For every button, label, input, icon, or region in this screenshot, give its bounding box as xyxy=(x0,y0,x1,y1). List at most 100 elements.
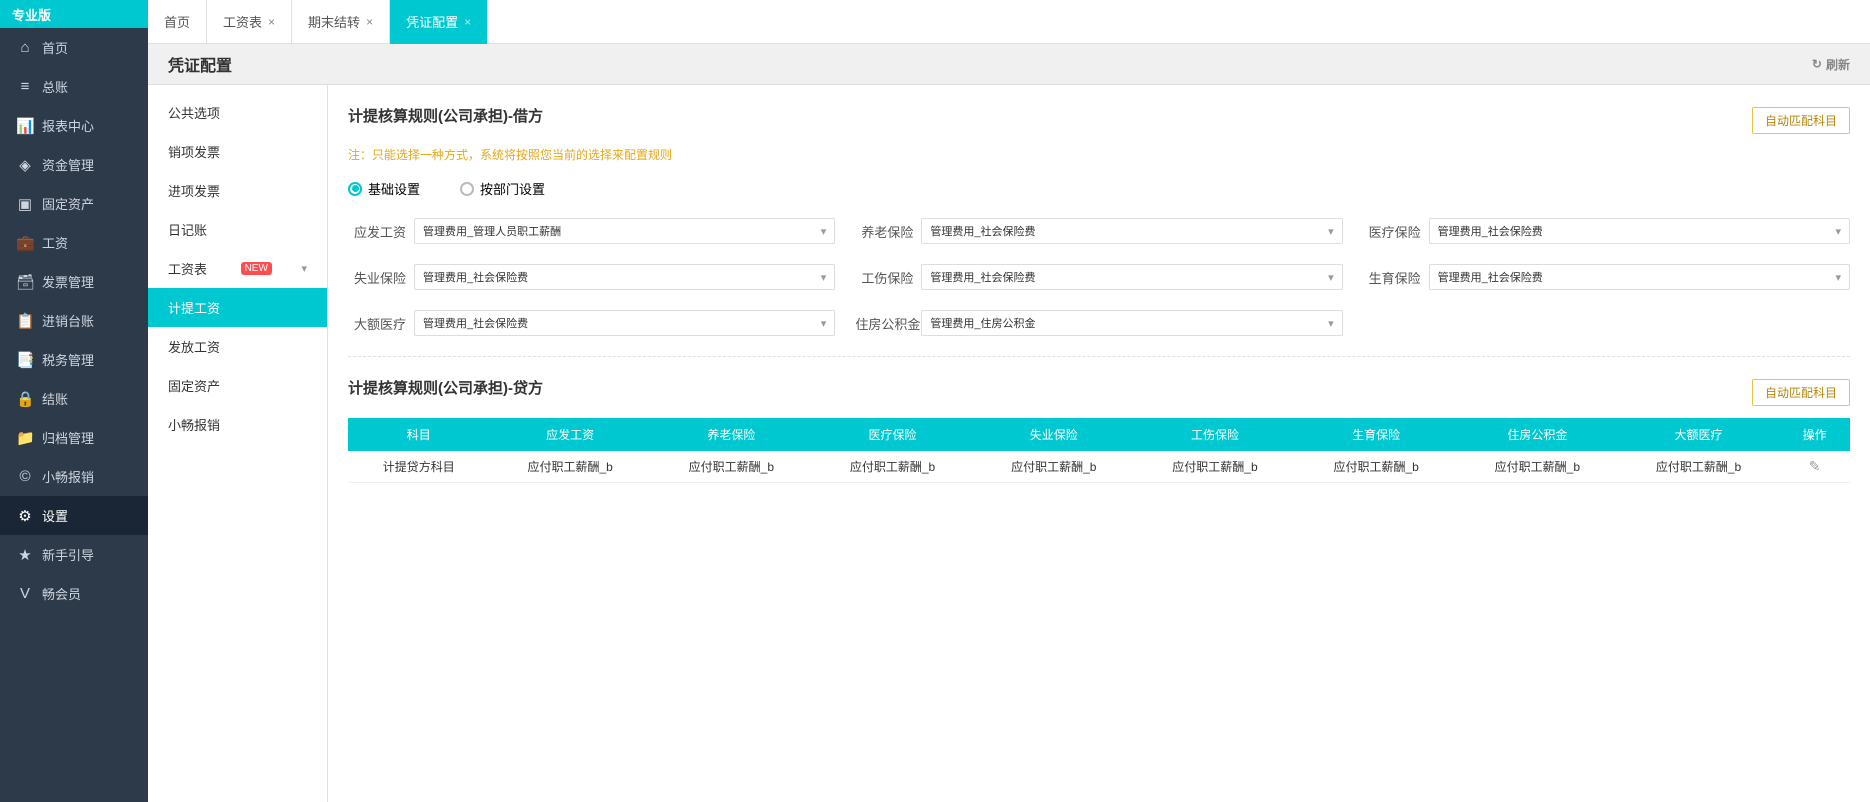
section1-note: 注：只能选择一种方式，系统将按照您当前的选择来配置规则 xyxy=(348,146,1850,163)
form-select-medical-value: 管理费用_社会保险费 xyxy=(1438,223,1543,239)
form-select-salary[interactable]: 管理费用_管理人员职工薪酬 ▾ xyxy=(414,218,835,244)
left-nav-item-input-invoice[interactable]: 进项发票 xyxy=(148,171,327,210)
tab-home[interactable]: 首页 xyxy=(148,0,207,44)
form-select-medical[interactable]: 管理费用_社会保险费 ▾ xyxy=(1429,218,1850,244)
refresh-icon: ↻ xyxy=(1812,57,1822,71)
form-label-unemployment: 失业保险 xyxy=(348,268,406,287)
sidebar-item-label: 税务管理 xyxy=(42,350,94,369)
tab-voucher-config-label: 凭证配置 xyxy=(406,12,458,31)
content-wrap: 公共选项 销项发票 进项发票 日记账 工资表 NEW ▾ 计提工资 发放工资 xyxy=(148,85,1870,802)
settings-icon: ⚙ xyxy=(16,507,34,525)
form-item-maternity: 生育保险 管理费用_社会保险费 ▾ xyxy=(1363,264,1850,290)
left-nav-item-cancel-invoice[interactable]: 销项发票 xyxy=(148,132,327,171)
td-op[interactable]: ✎ xyxy=(1779,451,1850,483)
td-maternity: 应付职工薪酬_b xyxy=(1296,451,1457,483)
sidebar-item-xcreport[interactable]: © 小畅报销 xyxy=(0,457,148,496)
td-salary: 应付职工薪酬_b xyxy=(490,451,651,483)
tab-period-close-label: 期末结转 xyxy=(308,12,360,31)
left-nav: 公共选项 销项发票 进项发票 日记账 工资表 NEW ▾ 计提工资 发放工资 xyxy=(148,85,328,802)
radio-basic-label: 基础设置 xyxy=(368,179,420,198)
left-nav-item-xc-expense[interactable]: 小畅报销 xyxy=(148,405,327,444)
radio-dept[interactable]: 按部门设置 xyxy=(460,179,545,198)
form-label-housing: 住房公积金 xyxy=(855,314,913,333)
refresh-button[interactable]: ↻ 刷新 xyxy=(1812,56,1850,73)
sidebar-item-label: 资金管理 xyxy=(42,155,94,174)
form-select-housing[interactable]: 管理费用_住房公积金 ▾ xyxy=(921,310,1342,336)
sidebar-item-member[interactable]: V 畅会员 xyxy=(0,574,148,613)
sidebar-item-fund[interactable]: ◈ 资金管理 xyxy=(0,145,148,184)
sidebar-item-close[interactable]: 🔒 结账 xyxy=(0,379,148,418)
edit-icon[interactable]: ✎ xyxy=(1809,458,1821,474)
table-row: 计提贷方科目 应付职工薪酬_b 应付职工薪酬_b 应付职工薪酬_b 应付职工薪酬… xyxy=(348,451,1850,483)
sidebar-item-label: 总账 xyxy=(42,77,68,96)
sidebar-item-ledger[interactable]: ≡ 总账 xyxy=(0,67,148,106)
chevron-down-icon: ▾ xyxy=(821,225,827,238)
sidebar-item-settings[interactable]: ⚙ 设置 xyxy=(0,496,148,535)
sidebar-item-fixed[interactable]: ▣ 固定资产 xyxy=(0,184,148,223)
tab-salary-table[interactable]: 工资表 × xyxy=(207,0,292,44)
sidebar-item-label: 畅会员 xyxy=(42,584,81,603)
section2-title: 计提核算规则(公司承担)-贷方 xyxy=(348,377,543,398)
form-select-pension[interactable]: 管理费用_社会保险费 ▾ xyxy=(921,218,1342,244)
table-header-row: 科目 应发工资 养老保险 医疗保险 失业保险 工伤保险 生育保险 住房公积金 大… xyxy=(348,418,1850,451)
chevron-down-icon: ▾ xyxy=(1328,225,1334,238)
form-select-maternity[interactable]: 管理费用_社会保险费 ▾ xyxy=(1429,264,1850,290)
radio-dept-circle xyxy=(460,182,474,196)
radio-group: 基础设置 按部门设置 xyxy=(348,179,1850,198)
auto-match-btn-1[interactable]: 自动匹配科目 xyxy=(1752,107,1850,134)
section1-header: 计提核算规则(公司承担)-借方 自动匹配科目 xyxy=(348,105,1850,136)
form-select-pension-value: 管理费用_社会保险费 xyxy=(930,223,1035,239)
sidebar-item-report[interactable]: 📊 报表中心 xyxy=(0,106,148,145)
report-icon: 📊 xyxy=(16,117,34,135)
form-select-major-medical[interactable]: 管理费用_社会保险费 ▾ xyxy=(414,310,835,336)
th-injury: 工伤保险 xyxy=(1134,418,1295,451)
tab-period-close[interactable]: 期末结转 × xyxy=(292,0,390,44)
sidebar-item-archive[interactable]: 📁 归档管理 xyxy=(0,418,148,457)
tab-period-close-close[interactable]: × xyxy=(366,15,373,29)
tab-salary-table-close[interactable]: × xyxy=(268,15,275,29)
radio-basic[interactable]: 基础设置 xyxy=(348,179,420,198)
form-item-salary: 应发工资 管理费用_管理人员职工薪酬 ▾ xyxy=(348,218,835,244)
auto-match-btn-2[interactable]: 自动匹配科目 xyxy=(1752,379,1850,406)
left-nav-item-pay-salary[interactable]: 发放工资 xyxy=(148,327,327,366)
sidebar-item-label: 首页 xyxy=(42,38,68,57)
section1-title: 计提核算规则(公司承担)-借方 xyxy=(348,105,543,126)
main-area: 首页 工资表 × 期末结转 × 凭证配置 × 凭证配置 ↻ 刷新 公共选项 xyxy=(148,0,1870,802)
sidebar-item-tax[interactable]: 📑 税务管理 xyxy=(0,340,148,379)
chevron-down-icon: ▾ xyxy=(1835,225,1841,238)
form-select-unemployment[interactable]: 管理费用_社会保险费 ▾ xyxy=(414,264,835,290)
xcreport-icon: © xyxy=(16,468,34,485)
sidebar-item-label: 结账 xyxy=(42,389,68,408)
left-nav-item-public[interactable]: 公共选项 xyxy=(148,93,327,132)
sidebar-item-label: 进销台账 xyxy=(42,311,94,330)
tab-voucher-config[interactable]: 凭证配置 × xyxy=(390,0,488,44)
td-subject: 计提贷方科目 xyxy=(348,451,490,483)
sidebar-item-label: 小畅报销 xyxy=(42,467,94,486)
form-label-pension: 养老保险 xyxy=(855,222,913,241)
form-label-maternity: 生育保险 xyxy=(1363,268,1421,287)
sidebar-item-home[interactable]: ⌂ 首页 xyxy=(0,28,148,67)
form-grid-row3: 大额医疗 管理费用_社会保险费 ▾ 住房公积金 管理费用_住房公积金 ▾ xyxy=(348,310,1850,336)
sidebar-item-salary[interactable]: 💼 工资 xyxy=(0,223,148,262)
form-item-pension: 养老保险 管理费用_社会保险费 ▾ xyxy=(855,218,1342,244)
refresh-label: 刷新 xyxy=(1826,56,1850,73)
chevron-down-icon: ▾ xyxy=(301,262,307,275)
form-grid-row2: 失业保险 管理费用_社会保险费 ▾ 工伤保险 管理费用_社会保险费 ▾ xyxy=(348,264,1850,290)
section-divider xyxy=(348,356,1850,357)
left-nav-item-journal[interactable]: 日记账 xyxy=(148,210,327,249)
tab-voucher-config-close[interactable]: × xyxy=(464,15,471,29)
left-nav-item-salary-sheet[interactable]: 工资表 NEW ▾ xyxy=(148,249,327,288)
sidebar-item-label: 工资 xyxy=(42,233,68,252)
left-nav-item-fixed-asset[interactable]: 固定资产 xyxy=(148,366,327,405)
form-item-empty xyxy=(1363,310,1850,336)
sidebar-item-guide[interactable]: ★ 新手引导 xyxy=(0,535,148,574)
page-header: 凭证配置 ↻ 刷新 xyxy=(148,44,1870,85)
sidebar-item-sales[interactable]: 📋 进销台账 xyxy=(0,301,148,340)
app-logo: 专业版 xyxy=(0,0,148,28)
sidebar-item-invoice[interactable]: 🗃 发票管理 xyxy=(0,262,148,301)
salary-icon: 💼 xyxy=(16,234,34,252)
left-nav-item-calc-salary[interactable]: 计提工资 xyxy=(148,288,327,327)
ledger-icon: ≡ xyxy=(16,78,34,95)
form-select-injury[interactable]: 管理费用_社会保险费 ▾ xyxy=(921,264,1342,290)
form-select-unemployment-value: 管理费用_社会保险费 xyxy=(423,269,528,285)
